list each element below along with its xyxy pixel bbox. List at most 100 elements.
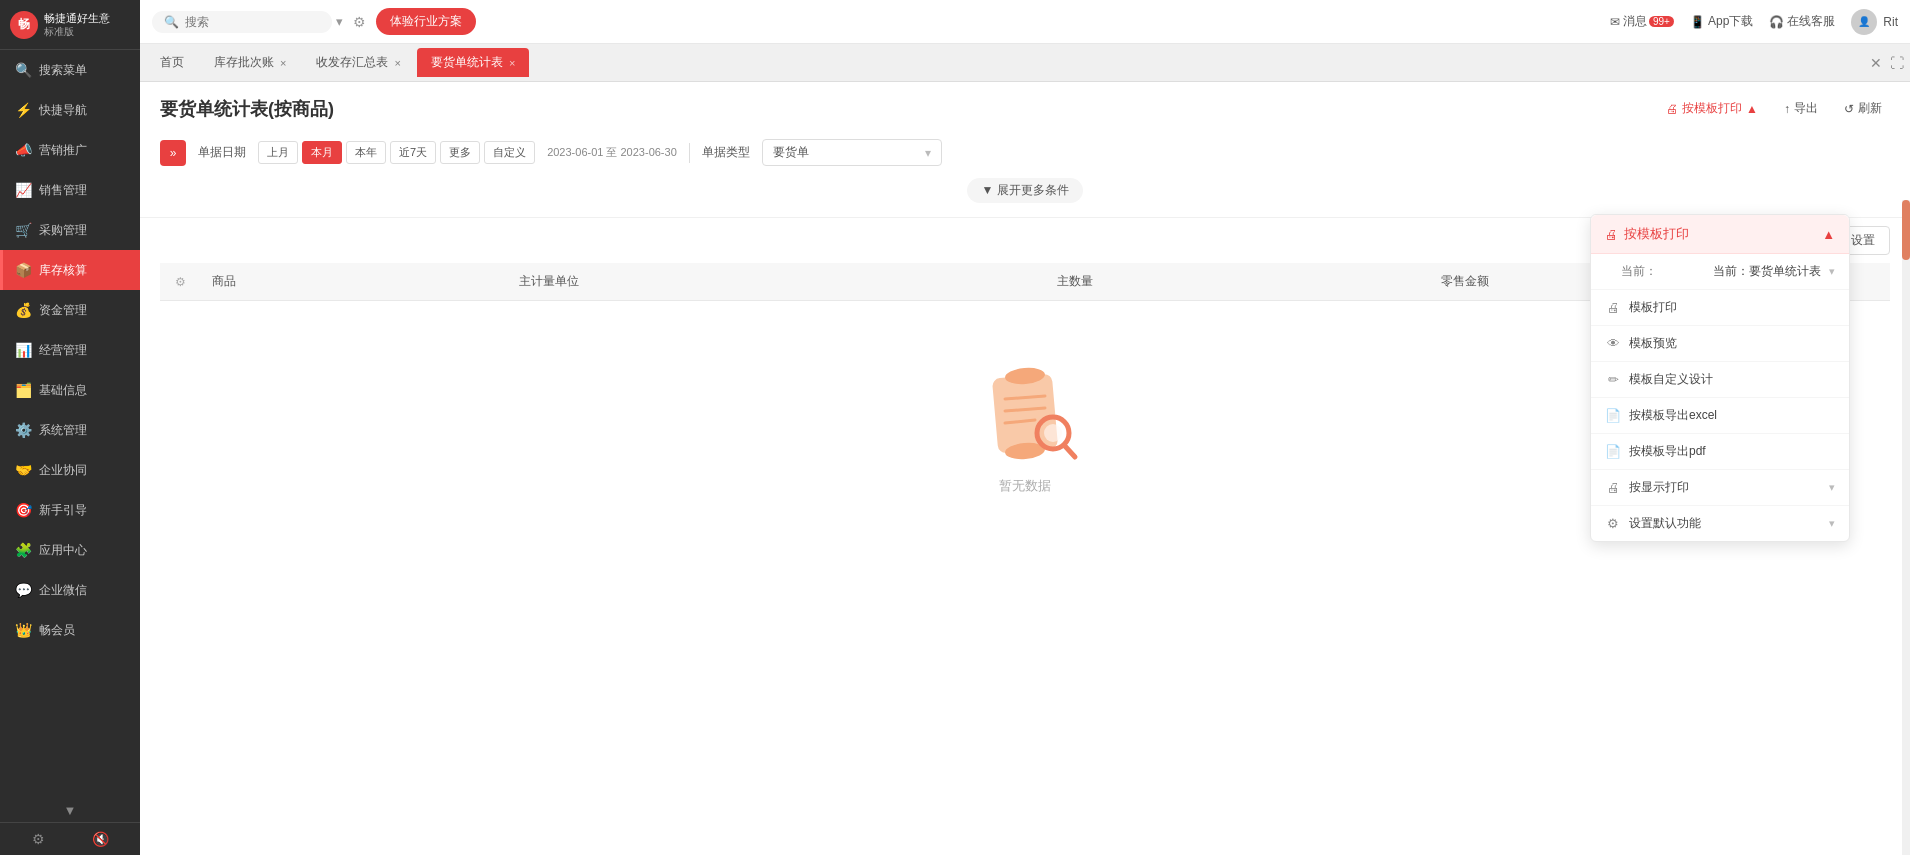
tab-order-stats[interactable]: 要货单统计表 × <box>417 48 529 77</box>
sidebar-search[interactable]: 🔍 搜索菜单 <box>0 50 140 90</box>
main-area: 🔍 ▾ ⚙ 体验行业方案 ✉ 消息 99+ 📱 App下载 🎧 在线客服 👤 <box>140 0 1910 855</box>
date-cur-month[interactable]: 本月 <box>302 141 342 164</box>
dropdown-header: 🖨 按模板打印 ▲ <box>1591 215 1849 254</box>
wechat-icon: 💬 <box>13 580 33 600</box>
sidebar-item-guide[interactable]: 🎯 新手引导 <box>0 490 140 530</box>
print-btn[interactable]: 🖨 按模板打印 ▲ <box>1658 96 1766 121</box>
dropdown-item-display-print[interactable]: 🖨 按显示打印 ▾ <box>1591 470 1849 506</box>
empty-illustration <box>975 361 1075 461</box>
dropdown-header-right: ▲ <box>1822 227 1835 242</box>
sidebar-item-operations[interactable]: 📊 经营管理 <box>0 330 140 370</box>
sidebar-item-sales[interactable]: 📈 销售管理 <box>0 170 140 210</box>
search-input[interactable] <box>185 15 315 29</box>
sidebar-item-member[interactable]: 👑 畅会员 <box>0 610 140 650</box>
dropdown-item-template-custom[interactable]: ✏ 模板自定义设计 <box>1591 362 1849 398</box>
sidebar-item-quicknav[interactable]: ⚡ 快捷导航 <box>0 90 140 130</box>
message-badge: 99+ <box>1649 16 1674 27</box>
sidebar-item-basic[interactable]: 🗂️ 基础信息 <box>0 370 140 410</box>
refresh-btn[interactable]: ↺ 刷新 <box>1836 96 1890 121</box>
col-goods: 商品 <box>200 263 507 301</box>
sidebar-item-finance[interactable]: 💰 资金管理 <box>0 290 140 330</box>
topbar-search-box[interactable]: 🔍 <box>152 11 332 33</box>
sidebar-item-system[interactable]: ⚙️ 系统管理 <box>0 410 140 450</box>
sidebar-item-appcenter[interactable]: 🧩 应用中心 <box>0 530 140 570</box>
template-pdf-label: 按模板导出pdf <box>1629 443 1835 460</box>
date-prev-month[interactable]: 上月 <box>258 141 298 164</box>
tab-close-receipts-summary[interactable]: × <box>394 57 400 69</box>
order-type-select[interactable]: 要货单 ▾ <box>762 139 942 166</box>
tab-batch-account[interactable]: 库存批次账 × <box>200 48 300 77</box>
filter-row: » 单据日期 上月 本月 本年 近7天 更多 自定义 2023-06-01 至 … <box>160 139 1890 166</box>
sidebar-item-collab[interactable]: 🤝 企业协同 <box>0 450 140 490</box>
topbar: 🔍 ▾ ⚙ 体验行业方案 ✉ 消息 99+ 📱 App下载 🎧 在线客服 👤 <box>140 0 1910 44</box>
dropdown-item-template-pdf[interactable]: 📄 按模板导出pdf <box>1591 434 1849 470</box>
appcenter-icon: 🧩 <box>13 540 33 560</box>
sales-icon: 📈 <box>13 180 33 200</box>
window-controls: ✕ ⛶ <box>1870 55 1904 71</box>
filter-divider <box>689 143 690 163</box>
col-settings[interactable]: ⚙ <box>160 263 200 301</box>
sidebar-item-marketing[interactable]: 📣 营销推广 <box>0 130 140 170</box>
export-btn[interactable]: ↑ 导出 <box>1776 96 1826 121</box>
operations-icon: 📊 <box>13 340 33 360</box>
online-service-btn[interactable]: 🎧 在线客服 <box>1769 13 1835 30</box>
tab-receipts-summary[interactable]: 收发存汇总表 × <box>302 48 414 77</box>
tab-close-batch-account[interactable]: × <box>280 57 286 69</box>
scrollbar-track <box>1902 200 1910 855</box>
dropdown-item-template-excel[interactable]: 📄 按模板导出excel <box>1591 398 1849 434</box>
dropdown-item-template-print[interactable]: 🖨 模板打印 <box>1591 290 1849 326</box>
empty-text: 暂无数据 <box>999 477 1051 495</box>
table-settings-icon[interactable]: ⚙ <box>175 275 186 289</box>
date-7days[interactable]: 近7天 <box>390 141 436 164</box>
template-pdf-icon: 📄 <box>1605 444 1621 459</box>
expand-down-icon: ▼ <box>981 183 993 197</box>
page-title: 要货单统计表(按商品) <box>160 97 334 121</box>
headset-icon: 🎧 <box>1769 15 1784 29</box>
sidebar-nav: ⚡ 快捷导航 📣 营销推广 📈 销售管理 🛒 采购管理 📦 库存核算 💰 资金管… <box>0 90 140 799</box>
sidebar-scroll-down[interactable]: ▼ <box>0 799 140 822</box>
dropdown-collapse-arrow[interactable]: ▲ <box>1822 227 1835 242</box>
expand-more-btn[interactable]: ▼ 展开更多条件 <box>967 178 1082 203</box>
collab-icon: 🤝 <box>13 460 33 480</box>
dropdown-current-value: 当前：要货单统计表 <box>1713 263 1821 280</box>
window-close-btn[interactable]: ✕ <box>1870 55 1882 71</box>
username-label: Rit <box>1883 15 1898 29</box>
window-expand-btn[interactable]: ⛶ <box>1890 55 1904 71</box>
svg-rect-0 <box>992 374 1058 454</box>
date-more[interactable]: 更多 <box>440 141 480 164</box>
purchase-icon: 🛒 <box>13 220 33 240</box>
topbar-gear-icon[interactable]: ⚙ <box>353 14 366 30</box>
template-custom-icon: ✏ <box>1605 372 1621 387</box>
filter-bar: » 单据日期 上月 本月 本年 近7天 更多 自定义 2023-06-01 至 … <box>140 131 1910 218</box>
dropdown-item-default-func[interactable]: ⚙ 设置默认功能 ▾ <box>1591 506 1849 541</box>
settings-bottom-icon[interactable]: ⚙ <box>32 831 45 847</box>
date-custom[interactable]: 自定义 <box>484 141 535 164</box>
dropdown-item-template-preview[interactable]: 👁 模板预览 <box>1591 326 1849 362</box>
tab-close-order-stats[interactable]: × <box>509 57 515 69</box>
mute-bottom-icon[interactable]: 🔇 <box>92 831 109 847</box>
tab-home[interactable]: 首页 <box>146 48 198 77</box>
dropdown-current-item[interactable]: 当前： 当前：要货单统计表 ▾ <box>1591 254 1849 290</box>
order-type-value: 要货单 <box>773 144 921 161</box>
export-icon: ↑ <box>1784 102 1790 116</box>
date-cur-year[interactable]: 本年 <box>346 141 386 164</box>
message-btn[interactable]: ✉ 消息 99+ <box>1610 13 1674 30</box>
order-type-label: 单据类型 <box>702 144 750 161</box>
message-icon: ✉ <box>1610 15 1620 29</box>
default-func-arrow: ▾ <box>1829 517 1835 530</box>
tab-bar: 首页 库存批次账 × 收发存汇总表 × 要货单统计表 × ✕ ⛶ <box>140 44 1910 82</box>
sidebar-item-inventory[interactable]: 📦 库存核算 <box>0 250 140 290</box>
date-label: 单据日期 <box>198 144 246 161</box>
print-dropdown-menu: 🖨 按模板打印 ▲ 当前： 当前：要货单统计表 ▾ 🖨 模板打印 👁 模板预览 <box>1590 214 1850 542</box>
scrollbar-thumb[interactable] <box>1902 200 1910 260</box>
sidebar-item-wechat[interactable]: 💬 企业微信 <box>0 570 140 610</box>
dropdown-title-area: 🖨 按模板打印 <box>1605 225 1689 243</box>
filter-expand-icon[interactable]: » <box>160 140 186 166</box>
sidebar-item-purchase[interactable]: 🛒 采购管理 <box>0 210 140 250</box>
avatar: 👤 <box>1851 9 1877 35</box>
topbar-dropdown-arrow[interactable]: ▾ <box>336 14 343 29</box>
experience-btn[interactable]: 体验行业方案 <box>376 8 476 35</box>
app-download-btn[interactable]: 📱 App下载 <box>1690 13 1753 30</box>
sidebar-logo: 畅 畅捷通好生意 标准版 <box>0 0 140 50</box>
user-area[interactable]: 👤 Rit <box>1851 9 1898 35</box>
